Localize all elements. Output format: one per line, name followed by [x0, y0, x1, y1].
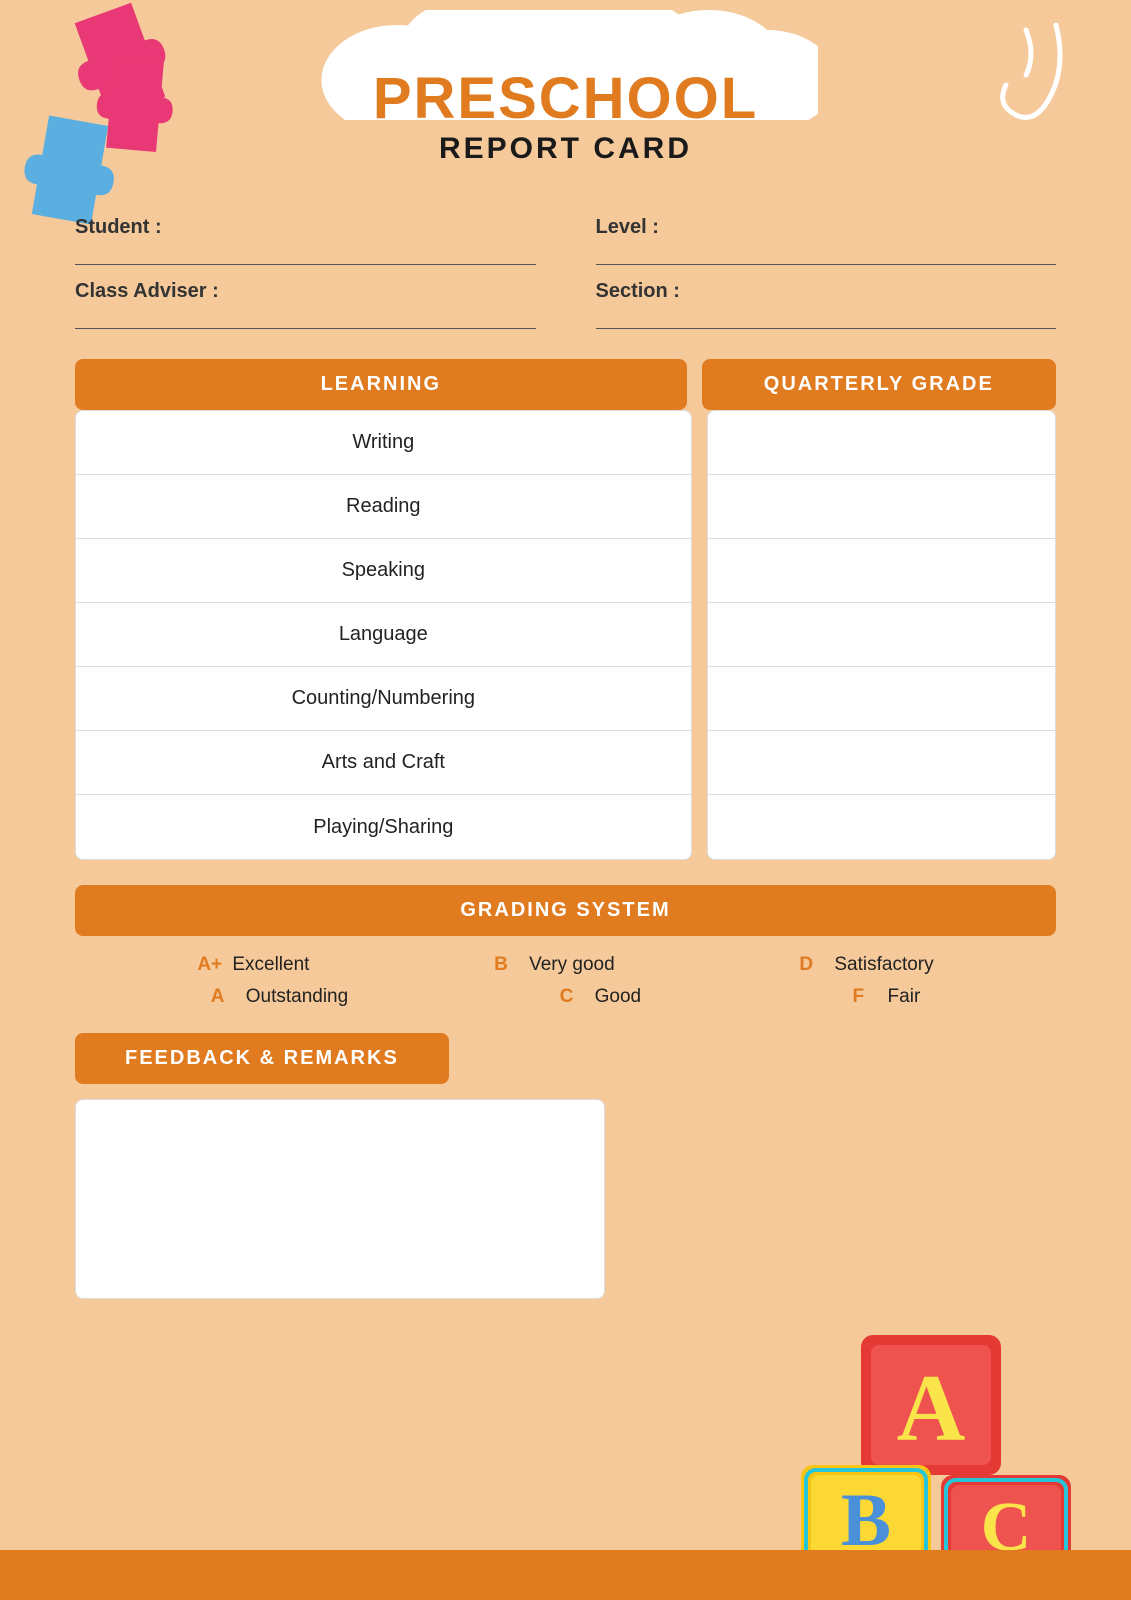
grade-letter-d: D	[799, 954, 824, 976]
report-card-subtitle: REPORT CARD	[373, 132, 758, 166]
grade-item-c: C Good	[560, 986, 641, 1008]
section-field: Section :	[596, 280, 1057, 329]
section-input-line[interactable]	[596, 307, 1057, 329]
level-field: Level :	[596, 216, 1057, 265]
svg-text:A: A	[897, 1355, 966, 1461]
grade-cell[interactable]	[708, 411, 1055, 475]
student-label: Student :	[75, 216, 536, 239]
table-header-row: LEARNING QUARTERLY GRADE	[75, 359, 1056, 410]
class-adviser-input-line[interactable]	[75, 307, 536, 329]
grade-cell[interactable]	[708, 475, 1055, 539]
grade-item-aplus: A+ Excellent	[197, 954, 309, 976]
grade-item-b: B Very good	[494, 954, 615, 976]
grade-cell[interactable]	[708, 731, 1055, 795]
grade-desc-f: Fair	[888, 986, 921, 1008]
table-row: Counting/Numbering	[76, 667, 691, 731]
grade-cell[interactable]	[708, 603, 1055, 667]
student-info-row1: Student : Level :	[75, 216, 1056, 265]
student-info-row2: Class Adviser : Section :	[75, 280, 1056, 329]
grade-cell[interactable]	[708, 795, 1055, 859]
grade-cell[interactable]	[708, 667, 1055, 731]
table-row: Writing	[76, 411, 691, 475]
level-input-line[interactable]	[596, 243, 1057, 265]
bottom-bar	[0, 1550, 1131, 1600]
table-row: Language	[76, 603, 691, 667]
table-row: Playing/Sharing	[76, 795, 691, 859]
grade-cell[interactable]	[708, 539, 1055, 603]
class-adviser-field: Class Adviser :	[75, 280, 536, 329]
learning-column: Writing Reading Speaking Language Counti…	[75, 410, 692, 860]
grading-grid-row2: A Outstanding C Good F Fair	[75, 986, 1056, 1008]
grade-letter-a: A	[211, 986, 236, 1008]
grade-item-d: D Satisfactory	[799, 954, 933, 976]
grade-letter-c: C	[560, 986, 585, 1008]
grading-grid-row1: A+ Excellent B Very good D Satisfactory	[75, 954, 1056, 976]
learning-header: LEARNING	[75, 359, 687, 410]
feedback-textarea[interactable]	[75, 1099, 605, 1299]
table-row: Speaking	[76, 539, 691, 603]
abc-blocks-decoration: A B C	[801, 1335, 1081, 1570]
grade-item-f: F Fair	[853, 986, 921, 1008]
class-adviser-label: Class Adviser :	[75, 280, 536, 303]
section-label: Section :	[596, 280, 1057, 303]
grades-table: Writing Reading Speaking Language Counti…	[75, 410, 1056, 860]
level-label: Level :	[596, 216, 1057, 239]
table-row: Reading	[76, 475, 691, 539]
grade-desc-b: Very good	[529, 954, 615, 976]
student-input-line[interactable]	[75, 243, 536, 265]
grade-header: QUARTERLY GRADE	[702, 359, 1056, 410]
cloud-header: PRESCHOOL REPORT CARD	[75, 50, 1056, 186]
preschool-title: PRESCHOOL	[373, 65, 758, 132]
grade-item-a: A Outstanding	[211, 986, 348, 1008]
feedback-section: FEEDBACK & REMARKS	[75, 1008, 1056, 1299]
grade-letter-b: B	[494, 954, 519, 976]
grade-desc-a: Outstanding	[246, 986, 348, 1008]
grade-desc-d: Satisfactory	[834, 954, 933, 976]
grade-column	[707, 410, 1056, 860]
grading-system-header: GRADING SYSTEM	[75, 885, 1056, 936]
feedback-header: FEEDBACK & REMARKS	[75, 1033, 449, 1084]
student-field: Student :	[75, 216, 536, 265]
table-row: Arts and Craft	[76, 731, 691, 795]
grade-desc-aplus: Excellent	[232, 954, 309, 976]
grade-letter-f: F	[853, 986, 878, 1008]
grade-letter-aplus: A+	[197, 954, 222, 976]
grade-desc-c: Good	[595, 986, 641, 1008]
main-content: PRESCHOOL REPORT CARD Student : Level : …	[75, 50, 1056, 1299]
